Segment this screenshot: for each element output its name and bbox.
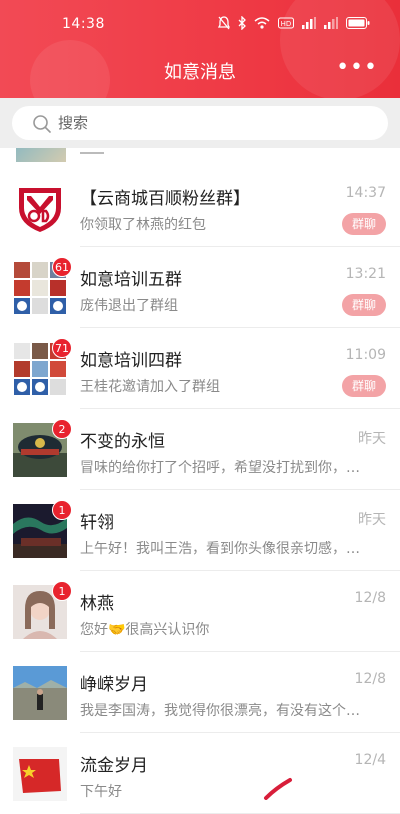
group-chat-tag: 群聊	[342, 213, 386, 235]
search-icon	[33, 115, 51, 133]
mgd-logo-icon	[13, 180, 67, 234]
signal-icon	[302, 17, 316, 29]
conversation-time: 14:37	[345, 185, 386, 201]
mute-bell-icon	[218, 16, 230, 30]
conversation-preview: 上午好！我叫王浩，看到你头像很亲切感，…	[80, 541, 360, 557]
conversation-item[interactable]: 61 如意培训五群 庞伟退出了群组 13:21 群聊	[13, 247, 400, 328]
conversation-time: 12/4	[354, 752, 386, 768]
conversation-preview: 冒味的给你打了个招呼，希望没打扰到你，…	[80, 460, 360, 476]
annotation-mark	[264, 778, 292, 800]
conversation-preview: 庞伟退出了群组	[80, 298, 178, 314]
conversation-preview: 你领取了林燕的红包	[80, 217, 206, 233]
conversation-name: 轩翎	[80, 513, 114, 533]
conversation-list: 【云商城百顺粉丝群】 你领取了林燕的红包 14:37 群聊 61 如意培训五群 …	[0, 166, 400, 814]
search-bar[interactable]	[12, 106, 388, 140]
conversation-time: 昨天	[358, 431, 386, 447]
unread-badge: 1	[52, 581, 72, 601]
bluetooth-icon	[238, 16, 246, 30]
landscape-photo	[13, 666, 67, 720]
conversation-item[interactable]: 峥嵘岁月 我是李国涛，我觉得你很漂亮，有没有这个… 12/8	[13, 652, 400, 733]
group-chat-tag: 群聊	[342, 375, 386, 397]
conversation-preview: 下午好	[80, 784, 122, 800]
conversation-preview: 您好🤝很高兴认识你	[80, 622, 210, 638]
conversation-name: 【云商城百顺粉丝群】	[80, 189, 250, 209]
conversation-item[interactable]: 71 如意培训四群 王桂花邀请加入了群组 11:09 群聊	[13, 328, 400, 409]
divider	[80, 152, 104, 154]
search-area	[0, 98, 400, 148]
conversation-preview: 王桂花邀请加入了群组	[80, 379, 220, 395]
conversation-preview: 我是李国涛，我觉得你很漂亮，有没有这个…	[80, 703, 360, 719]
list-item-partial[interactable]	[0, 148, 400, 166]
status-time: 14:38	[62, 16, 105, 32]
flag-photo	[13, 747, 67, 801]
more-options-button[interactable]: •••	[336, 55, 378, 80]
conversation-name: 林燕	[80, 594, 114, 614]
unread-badge: 2	[52, 419, 72, 439]
conversation-time: 昨天	[358, 512, 386, 528]
avatar	[16, 148, 66, 162]
conversation-item[interactable]: 【云商城百顺粉丝群】 你领取了林燕的红包 14:37 群聊	[13, 166, 400, 247]
conversation-time: 12/8	[354, 671, 386, 687]
wifi-icon	[254, 17, 270, 29]
battery-icon	[346, 17, 370, 29]
conversation-name: 如意培训五群	[80, 270, 182, 290]
conversation-name: 如意培训四群	[80, 351, 182, 371]
status-bar: 14:38 HD	[0, 12, 400, 38]
conversation-item[interactable]: 1 林燕 您好🤝很高兴认识你 12/8	[13, 571, 400, 652]
conversation-item[interactable]: 1 轩翎 上午好！我叫王浩，看到你头像很亲切感，… 昨天	[13, 490, 400, 571]
conversation-name: 流金岁月	[80, 756, 148, 776]
conversation-item[interactable]: 2 不变的永恒 冒味的给你打了个招呼，希望没打扰到你，… 昨天	[13, 409, 400, 490]
unread-badge: 61	[52, 257, 72, 277]
conversation-name: 不变的永恒	[80, 432, 165, 452]
search-input[interactable]	[58, 112, 358, 134]
signal-icon	[324, 17, 338, 29]
unread-badge: 1	[52, 500, 72, 520]
conversation-time: 13:21	[345, 266, 386, 282]
hd-icon: HD	[278, 17, 294, 29]
conversation-time: 11:09	[345, 347, 386, 363]
conversation-item[interactable]: 流金岁月 下午好 12/4	[13, 733, 400, 814]
conversation-time: 12/8	[354, 590, 386, 606]
group-chat-tag: 群聊	[342, 294, 386, 316]
unread-badge: 71	[52, 338, 72, 358]
svg-text:HD: HD	[281, 20, 292, 28]
app-header: 14:38 HD 如意消息 •••	[0, 0, 400, 98]
conversation-name: 峥嵘岁月	[80, 675, 148, 695]
